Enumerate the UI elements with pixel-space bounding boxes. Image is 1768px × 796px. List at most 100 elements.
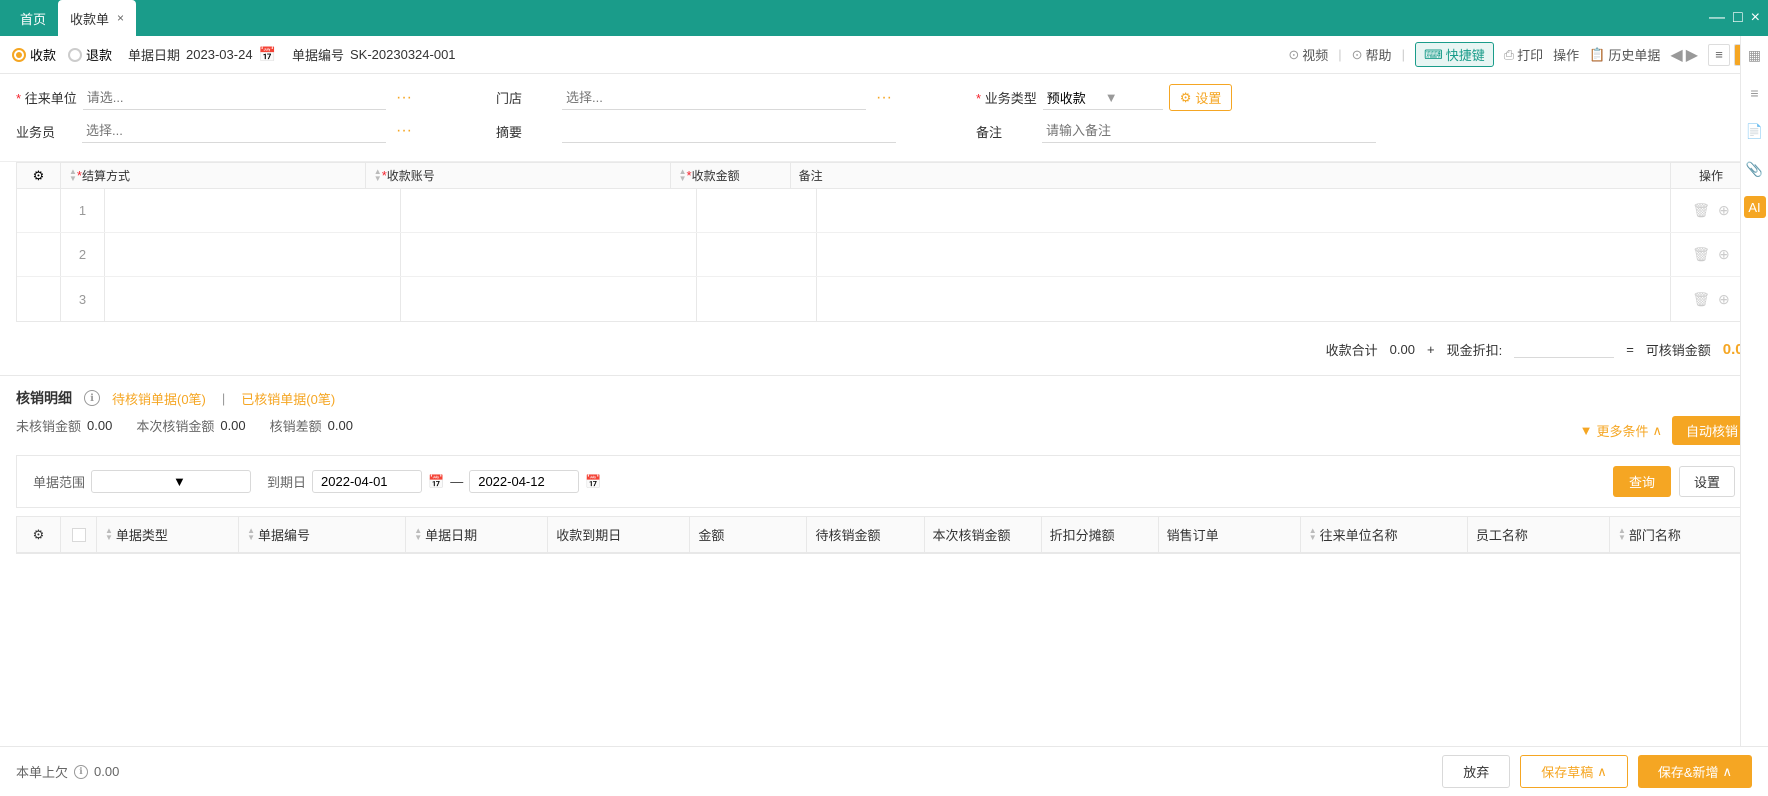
tab-current[interactable]: 收款单 × bbox=[58, 0, 136, 36]
bottom-info-icon[interactable]: ℹ bbox=[74, 765, 88, 779]
row3-amount[interactable] bbox=[697, 277, 817, 321]
row1-settle[interactable] bbox=[105, 189, 401, 232]
partner-input[interactable] bbox=[83, 86, 386, 110]
verify-info-icon[interactable]: ℹ bbox=[84, 390, 100, 406]
save-btn[interactable]: 保存&新增 ∧ bbox=[1638, 755, 1752, 788]
row3-remark[interactable] bbox=[817, 277, 1671, 321]
tab-current-label: 收款单 bbox=[70, 9, 109, 28]
row2-settle[interactable] bbox=[105, 233, 401, 276]
close-icon[interactable]: × bbox=[1751, 9, 1760, 27]
col-settings[interactable]: ⚙ bbox=[17, 163, 61, 188]
range-select[interactable]: ▼ bbox=[91, 470, 251, 493]
shortcut-btn[interactable]: ⌨ 快捷键 bbox=[1415, 42, 1494, 67]
delete-icon[interactable]: 🗑 bbox=[1692, 202, 1710, 219]
filter-icon: ▼ bbox=[1580, 423, 1593, 438]
detail-col-settings[interactable]: ⚙ bbox=[17, 517, 61, 552]
row1-remark[interactable] bbox=[817, 189, 1671, 232]
remark-input[interactable] bbox=[1042, 119, 1376, 143]
print-btn[interactable]: ⎙ 打印 bbox=[1504, 45, 1543, 64]
copy-icon[interactable]: ⊕ bbox=[1718, 291, 1730, 308]
date-calendar-icon[interactable]: 📅 bbox=[259, 46, 276, 63]
radio-receipt[interactable]: 收款 bbox=[12, 45, 56, 64]
pending-tab[interactable]: 待核销单据(0笔) bbox=[112, 389, 206, 408]
shop-input[interactable] bbox=[562, 86, 866, 110]
maximize-icon[interactable]: □ bbox=[1733, 9, 1743, 27]
history-btn[interactable]: 📋 历史单据 bbox=[1589, 45, 1660, 64]
date-to-icon[interactable]: 📅 bbox=[585, 474, 601, 490]
business-type-select[interactable]: 预收款 ▼ bbox=[1043, 86, 1163, 110]
detail-col-dept: ▲▼ 部门名称 bbox=[1610, 517, 1751, 552]
range-dropdown-icon: ▼ bbox=[173, 474, 242, 489]
summary-field: 摘要 bbox=[496, 119, 896, 143]
draft-dropdown-icon: ∧ bbox=[1597, 764, 1607, 780]
delete-icon[interactable]: 🗑 bbox=[1692, 291, 1710, 308]
minimize-icon[interactable]: — bbox=[1709, 9, 1725, 27]
tab-home[interactable]: 首页 bbox=[8, 0, 58, 36]
query-btn[interactable]: 查询 bbox=[1613, 466, 1671, 497]
bottom-actions: 放弃 保存草稿 ∧ 保存&新增 ∧ bbox=[1442, 755, 1752, 788]
shop-more-btn[interactable]: ··· bbox=[872, 89, 896, 107]
row1-account[interactable] bbox=[401, 189, 697, 232]
bottom-info-value: 0.00 bbox=[94, 764, 119, 779]
row2-remark[interactable] bbox=[817, 233, 1671, 276]
employee-more-btn[interactable]: ··· bbox=[392, 122, 416, 140]
partner-label: * 往来单位 bbox=[16, 88, 77, 107]
detail-header: ⚙ ▲▼ 单据类型 ▲▼ 单据编号 ▲▼ 单据日期 收款到 bbox=[17, 517, 1751, 553]
abandon-btn[interactable]: 放弃 bbox=[1442, 755, 1510, 788]
range-label: 单据范围 bbox=[33, 472, 85, 491]
form-row-2: 业务员 ··· 摘要 备注 bbox=[16, 119, 1752, 143]
row3-settle[interactable] bbox=[105, 277, 401, 321]
filter-settings-btn[interactable]: 设置 bbox=[1679, 466, 1735, 497]
unverified-value: 0.00 bbox=[87, 418, 112, 433]
draft-btn[interactable]: 保存草稿 ∧ bbox=[1520, 755, 1628, 788]
partner-more-btn[interactable]: ··· bbox=[392, 89, 416, 107]
collapse-icon: ∧ bbox=[1652, 423, 1662, 439]
prev-page-icon[interactable]: ◀ bbox=[1670, 45, 1682, 65]
col-remark-header: 备注 bbox=[791, 163, 1671, 188]
total-value: 0.00 bbox=[1390, 342, 1415, 357]
sidebar-ai-icon[interactable]: AI bbox=[1744, 196, 1766, 218]
window-controls: — □ × bbox=[1709, 9, 1760, 27]
radio-refund[interactable]: 退款 bbox=[68, 45, 112, 64]
copy-icon[interactable]: ⊕ bbox=[1718, 246, 1730, 263]
check-all[interactable] bbox=[72, 528, 86, 542]
employee-label: 业务员 bbox=[16, 122, 76, 141]
diff-stat: 核销差额 0.00 bbox=[270, 416, 353, 435]
col-action-header: 操作 bbox=[1671, 163, 1751, 188]
sidebar-table-icon[interactable]: ▦ bbox=[1744, 44, 1766, 66]
row1-amount[interactable] bbox=[697, 189, 817, 232]
row2-account[interactable] bbox=[401, 233, 697, 276]
sidebar-list-icon[interactable]: ≡ bbox=[1744, 82, 1766, 104]
date-from-icon[interactable]: 📅 bbox=[428, 474, 444, 490]
detail-col-saleorder: 销售订单 bbox=[1159, 517, 1301, 552]
total-label: 收款合计 bbox=[1326, 340, 1378, 359]
sidebar-attach-icon[interactable]: 📎 bbox=[1744, 158, 1766, 180]
sidebar-doc-icon[interactable]: 📄 bbox=[1744, 120, 1766, 142]
tab-close-icon[interactable]: × bbox=[117, 11, 124, 25]
date-from-input[interactable] bbox=[312, 470, 422, 493]
form-settings-btn[interactable]: ⚙ 设置 bbox=[1169, 84, 1233, 111]
row3-account[interactable] bbox=[401, 277, 697, 321]
row2-amount[interactable] bbox=[697, 233, 817, 276]
summary-input[interactable] bbox=[562, 119, 896, 143]
main-area: 收款 退款 单据日期 2023-03-24 📅 单据编号 SK-20230324… bbox=[0, 36, 1768, 796]
date-to-input[interactable] bbox=[469, 470, 579, 493]
radio-refund-label: 退款 bbox=[86, 45, 112, 64]
employee-input[interactable] bbox=[82, 119, 386, 143]
bottom-bar: 本单上欠 ℹ 0.00 放弃 保存草稿 ∧ 保存&新增 ∧ bbox=[0, 746, 1768, 796]
form-row-1: * 往来单位 ··· 门店 ··· * 业务类型 预收款 ▼ bbox=[16, 84, 1752, 111]
verify-stats: 未核销金额 0.00 本次核销金额 0.00 核销差额 0.00 bbox=[16, 416, 353, 435]
help-btn[interactable]: ⊙ 帮助 bbox=[1352, 45, 1392, 64]
delete-icon[interactable]: 🗑 bbox=[1692, 246, 1710, 263]
detail-col-discount: 折扣分摊额 bbox=[1042, 517, 1159, 552]
bottom-info: 本单上欠 ℹ 0.00 bbox=[16, 762, 119, 781]
discount-label: 现金折扣: bbox=[1447, 340, 1503, 359]
list-view-icon[interactable]: ≡ bbox=[1708, 44, 1730, 66]
operation-btn[interactable]: 操作 bbox=[1553, 45, 1579, 64]
copy-icon[interactable]: ⊕ bbox=[1718, 202, 1730, 219]
more-conditions-btn[interactable]: ▼ 更多条件 ∧ bbox=[1580, 421, 1662, 440]
discount-input[interactable] bbox=[1514, 342, 1614, 358]
done-tab[interactable]: 已核销单据(0笔) bbox=[241, 389, 335, 408]
next-page-icon[interactable]: ▶ bbox=[1686, 45, 1698, 65]
video-btn[interactable]: ⊙ 视频 bbox=[1288, 45, 1328, 64]
